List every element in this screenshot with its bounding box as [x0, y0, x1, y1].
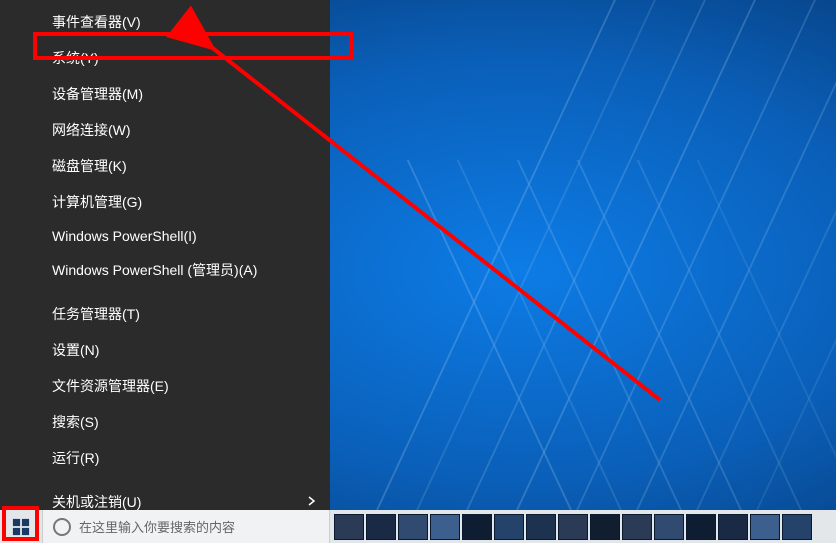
taskbar-app-icon[interactable] [686, 514, 716, 540]
taskbar-app-icon[interactable] [750, 514, 780, 540]
menu-item-label: 关机或注销(U) [52, 492, 141, 512]
taskbar-app-icon[interactable] [782, 514, 812, 540]
menu-item-file-explorer[interactable]: 文件资源管理器(E) [0, 368, 330, 404]
menu-item-label: 事件查看器(V) [52, 12, 141, 32]
taskbar-app-icon[interactable] [430, 514, 460, 540]
taskbar-search-box[interactable]: 在这里输入你要搜索的内容 [42, 510, 330, 543]
taskbar-app-icon[interactable] [718, 514, 748, 540]
menu-item-settings[interactable]: 设置(N) [0, 332, 330, 368]
menu-item-label: 运行(R) [52, 448, 99, 468]
menu-item-task-manager[interactable]: 任务管理器(T) [0, 296, 330, 332]
menu-item-label: 搜索(S) [52, 412, 99, 432]
taskbar-app-icon[interactable] [622, 514, 652, 540]
menu-item-computer-management[interactable]: 计算机管理(G) [0, 184, 330, 220]
taskbar-app-icons [334, 510, 812, 543]
winx-context-menu: 事件查看器(V) 系统(Y) 设备管理器(M) 网络连接(W) 磁盘管理(K) … [0, 0, 330, 510]
taskbar-app-icon[interactable] [334, 514, 364, 540]
menu-item-device-manager[interactable]: 设备管理器(M) [0, 76, 330, 112]
menu-item-powershell-admin[interactable]: Windows PowerShell (管理员)(A) [0, 252, 330, 288]
search-placeholder: 在这里输入你要搜索的内容 [79, 517, 235, 536]
menu-item-label: 计算机管理(G) [52, 192, 142, 212]
menu-item-search[interactable]: 搜索(S) [0, 404, 330, 440]
menu-item-label: 系统(Y) [52, 48, 99, 68]
menu-item-label: Windows PowerShell (管理员)(A) [52, 260, 257, 280]
menu-item-system[interactable]: 系统(Y) [0, 40, 330, 76]
menu-item-network-connections[interactable]: 网络连接(W) [0, 112, 330, 148]
start-button[interactable] [0, 510, 42, 543]
taskbar-app-icon[interactable] [654, 514, 684, 540]
menu-item-label: 设置(N) [52, 340, 99, 360]
menu-item-powershell[interactable]: Windows PowerShell(I) [0, 220, 330, 252]
windows-logo-icon [12, 518, 30, 536]
cortana-icon [53, 518, 71, 536]
chevron-right-icon [308, 495, 316, 509]
menu-item-run[interactable]: 运行(R) [0, 440, 330, 476]
taskbar: 在这里输入你要搜索的内容 [0, 510, 836, 543]
menu-item-event-viewer[interactable]: 事件查看器(V) [0, 4, 330, 40]
menu-item-label: 文件资源管理器(E) [52, 376, 169, 396]
taskbar-app-icon[interactable] [558, 514, 588, 540]
taskbar-app-icon[interactable] [366, 514, 396, 540]
wallpaper-beams [380, 0, 836, 520]
menu-item-label: Windows PowerShell(I) [52, 228, 197, 244]
taskbar-app-icon[interactable] [462, 514, 492, 540]
taskbar-app-icon[interactable] [526, 514, 556, 540]
taskbar-app-icon[interactable] [494, 514, 524, 540]
taskbar-app-icon[interactable] [590, 514, 620, 540]
taskbar-app-icon[interactable] [398, 514, 428, 540]
menu-item-disk-management[interactable]: 磁盘管理(K) [0, 148, 330, 184]
menu-item-label: 网络连接(W) [52, 120, 131, 140]
desktop: 事件查看器(V) 系统(Y) 设备管理器(M) 网络连接(W) 磁盘管理(K) … [0, 0, 836, 543]
menu-item-label: 设备管理器(M) [52, 84, 143, 104]
menu-item-label: 任务管理器(T) [52, 304, 140, 324]
menu-item-label: 磁盘管理(K) [52, 156, 127, 176]
